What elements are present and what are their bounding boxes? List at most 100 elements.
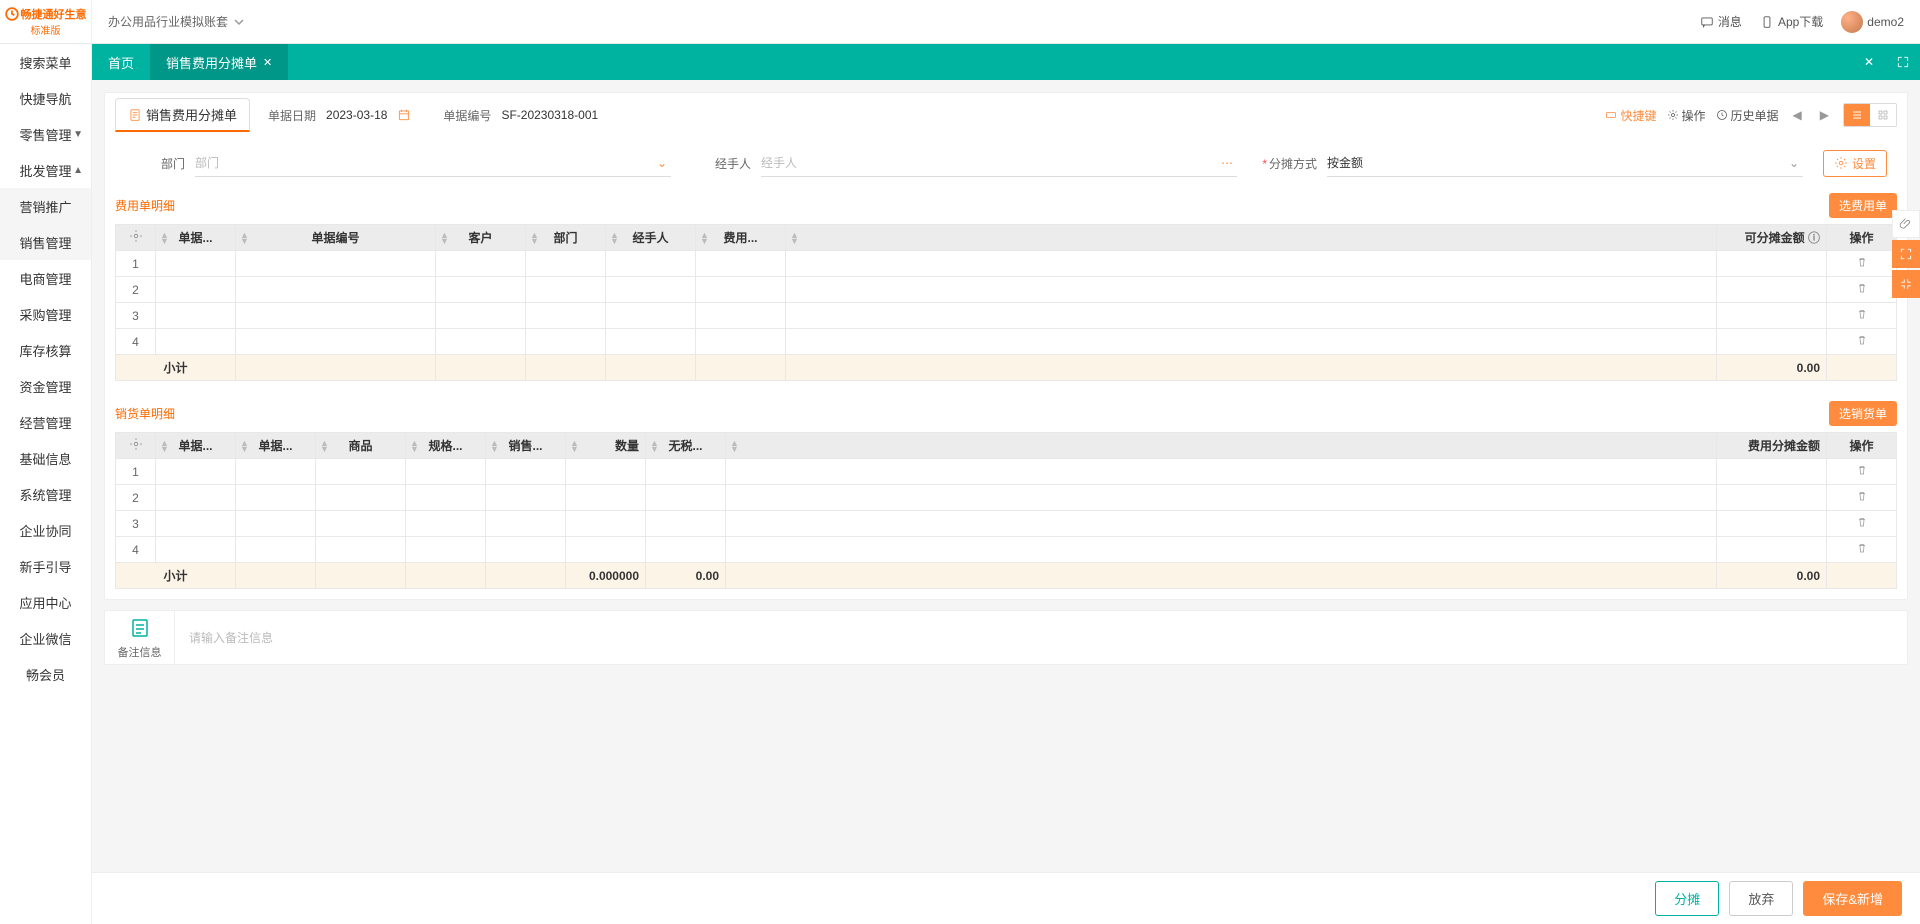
expand-panel-button[interactable] [1892, 240, 1920, 268]
expense-col-date[interactable]: ▲▼单据... [156, 225, 236, 251]
alloc-button[interactable]: 分摊 [1655, 881, 1719, 916]
expense-col-gear[interactable] [116, 225, 156, 251]
sales-col-sale[interactable]: ▲▼销售... [486, 433, 566, 459]
expense-col-extra[interactable]: ▲▼ [786, 225, 1717, 251]
gear-icon [1667, 109, 1679, 121]
table-row[interactable]: 4 [116, 329, 1897, 355]
expense-col-alloc[interactable]: 可分摊金额 ⓘ [1717, 225, 1827, 251]
operate-button[interactable]: 操作 [1667, 107, 1706, 124]
sales-col-gear[interactable] [116, 433, 156, 459]
sidebar-finance[interactable]: 资金管理 [0, 368, 91, 404]
sales-col-alloc[interactable]: 费用分摊金额 [1717, 433, 1827, 459]
grid-icon [1877, 109, 1889, 121]
history-button[interactable]: 历史单据 [1716, 107, 1779, 124]
sales-col-notax[interactable]: ▲▼无税... [646, 433, 726, 459]
sidebar-wholesale-promo[interactable]: 营销推广 [0, 188, 91, 224]
sales-col-no[interactable]: ▲▼单据... [236, 433, 316, 459]
dept-input[interactable]: 部门 ⌄ [195, 149, 671, 177]
table-row[interactable]: 1 [116, 459, 1897, 485]
next-doc-button[interactable]: ▶ [1816, 108, 1833, 122]
select-sales-button[interactable]: 选销货单 [1829, 401, 1897, 426]
sidebar-search[interactable]: 搜索菜单 [0, 44, 91, 80]
tab-close-all-button[interactable]: ✕ [1852, 44, 1886, 80]
sidebar-collab[interactable]: 企业协同 [0, 512, 91, 548]
sales-col-product[interactable]: ▲▼商品 [316, 433, 406, 459]
sidebar-operation[interactable]: 经营管理 [0, 404, 91, 440]
edition-text: 标准版 [31, 22, 61, 37]
calendar-icon[interactable] [397, 108, 411, 122]
sidebar-ecom[interactable]: 电商管理 [0, 260, 91, 296]
table-row[interactable]: 2 [116, 485, 1897, 511]
user-menu[interactable]: demo2 [1841, 11, 1904, 33]
expense-col-expense[interactable]: ▲▼费用... [696, 225, 786, 251]
shortcut-button[interactable]: 快捷键 [1605, 107, 1656, 124]
row-delete-button[interactable] [1827, 329, 1897, 355]
sales-col-date[interactable]: ▲▼单据... [156, 433, 236, 459]
select-expense-button[interactable]: 选费用单 [1829, 193, 1897, 218]
sidebar-member[interactable]: 畅会员 [0, 656, 91, 692]
float-toolbar [1892, 210, 1920, 300]
tab-sales-expense-alloc[interactable]: 销售费用分摊单 ✕ [150, 44, 288, 80]
user-name: demo2 [1867, 15, 1904, 29]
row-delete-button[interactable] [1827, 485, 1897, 511]
sidebar-retail[interactable]: 零售管理▼ [0, 116, 91, 152]
settings-button[interactable]: 设置 [1823, 150, 1887, 177]
sidebar-wholesale-sales[interactable]: 销售管理 [0, 224, 91, 260]
sidebar-quick-nav[interactable]: 快捷导航 [0, 80, 91, 116]
sidebar-basic[interactable]: 基础信息 [0, 440, 91, 476]
sidebar-inventory[interactable]: 库存核算 [0, 332, 91, 368]
doc-date-label: 单据日期 [268, 107, 316, 124]
expense-col-handler[interactable]: ▲▼经手人 [606, 225, 696, 251]
sales-col-spec[interactable]: ▲▼规格... [406, 433, 486, 459]
row-delete-button[interactable] [1827, 303, 1897, 329]
save-new-button[interactable]: 保存&新增 [1803, 881, 1902, 916]
trash-icon [1856, 308, 1868, 320]
app-download-button[interactable]: App下载 [1760, 13, 1823, 30]
row-delete-button[interactable] [1827, 277, 1897, 303]
tab-home[interactable]: 首页 [92, 44, 150, 80]
method-input[interactable]: 按金额 ⌄ [1327, 149, 1803, 177]
sidebar-appcenter[interactable]: 应用中心 [0, 584, 91, 620]
expense-subtotal-value: 0.00 [1717, 355, 1827, 381]
sales-subtotal-notax: 0.00 [646, 563, 726, 589]
discard-button[interactable]: 放弃 [1729, 881, 1793, 916]
expense-col-no[interactable]: ▲▼单据编号 [236, 225, 436, 251]
brand-text: 畅捷通好生意 [21, 6, 87, 22]
sales-col-qty[interactable]: ▲▼数量 [566, 433, 646, 459]
attachment-button[interactable] [1892, 210, 1920, 238]
tab-fullscreen-button[interactable] [1886, 44, 1920, 80]
row-delete-button[interactable] [1827, 251, 1897, 277]
sales-col-extra[interactable]: ▲▼ [726, 433, 1717, 459]
trash-icon [1856, 516, 1868, 528]
row-delete-button[interactable] [1827, 537, 1897, 563]
chevron-down-icon: ⌄ [657, 156, 667, 170]
row-delete-button[interactable] [1827, 511, 1897, 537]
expense-col-customer[interactable]: ▲▼客户 [436, 225, 526, 251]
table-row[interactable]: 1 [116, 251, 1897, 277]
table-row[interactable]: 3 [116, 303, 1897, 329]
prev-doc-button[interactable]: ◀ [1789, 108, 1806, 122]
view-list-button[interactable] [1844, 104, 1870, 126]
table-row[interactable]: 2 [116, 277, 1897, 303]
method-value: 按金额 [1327, 154, 1363, 171]
expense-col-dept[interactable]: ▲▼部门 [526, 225, 606, 251]
sidebar-system[interactable]: 系统管理 [0, 476, 91, 512]
org-selector[interactable]: 办公用品行业模拟账套 [108, 13, 244, 30]
table-row[interactable]: 3 [116, 511, 1897, 537]
remarks-input[interactable]: 请输入备注信息 [175, 611, 1907, 664]
close-icon[interactable]: ✕ [263, 56, 272, 69]
sidebar-wholesale[interactable]: 批发管理▲ [0, 152, 91, 188]
view-grid-button[interactable] [1870, 104, 1896, 126]
row-delete-button[interactable] [1827, 459, 1897, 485]
doc-date-value[interactable]: 2023-03-18 [326, 108, 387, 122]
sidebar-wecom[interactable]: 企业微信 [0, 620, 91, 656]
trash-icon [1856, 490, 1868, 502]
sidebar-purchase[interactable]: 采购管理 [0, 296, 91, 332]
table-row[interactable]: 4 [116, 537, 1897, 563]
message-button[interactable]: 消息 [1700, 13, 1742, 30]
collapse-panel-button[interactable] [1892, 270, 1920, 298]
handler-input[interactable]: 经手人 ⋯ [761, 149, 1237, 177]
sidebar-guide[interactable]: 新手引导 [0, 548, 91, 584]
expense-subtotal-label: 小计 [116, 355, 236, 381]
collapse-in-icon [1899, 277, 1913, 291]
